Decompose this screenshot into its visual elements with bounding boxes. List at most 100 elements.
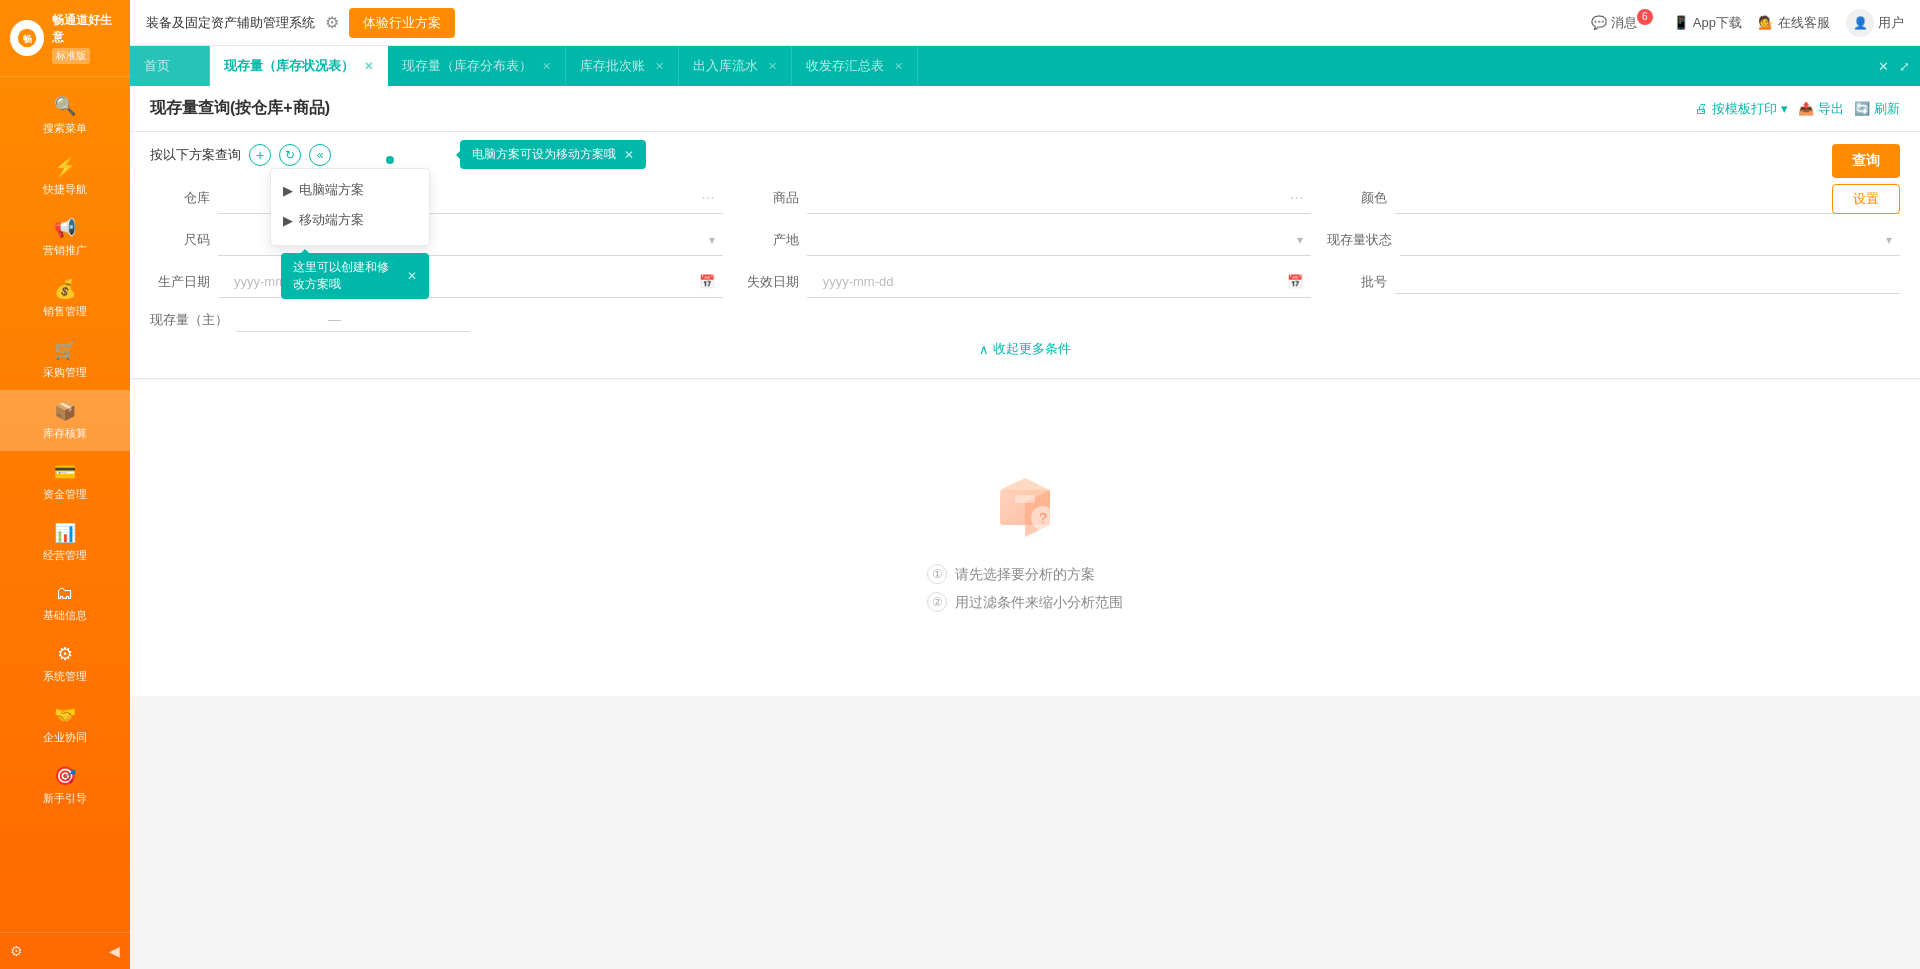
export-btn[interactable]: 📤 导出 — [1798, 100, 1844, 118]
sidebar-item-sales[interactable]: 💰 销售管理 — [0, 268, 130, 329]
user-avatar: 👤 — [1846, 9, 1874, 37]
collapse-sidebar-btn[interactable]: ◀ — [109, 943, 120, 959]
sidebar-logo-text: 畅通道好生意 标准版 — [52, 12, 120, 64]
system-icon: ⚙ — [57, 643, 73, 665]
empty-step-1: ① 请先选择要分析的方案 — [927, 560, 1123, 588]
tab-inventory-dist-close[interactable]: ✕ — [542, 60, 551, 73]
tab-inventory-status-close[interactable]: ✕ — [364, 60, 373, 73]
collapse-icon: ∧ — [979, 342, 989, 357]
phone-icon: 📱 — [1673, 15, 1689, 30]
sidebar-item-system[interactable]: ⚙ 系统管理 — [0, 633, 130, 694]
sidebar-item-finance[interactable]: 💳 资金管理 — [0, 451, 130, 512]
stock-main-max[interactable] — [345, 312, 425, 327]
empty-state: ? ① 请先选择要分析的方案 ② 用过滤条件来缩小分析范围 — [130, 380, 1920, 696]
filter-field-expire-date: 失效日期 📅 — [739, 266, 1312, 298]
stock-status-input[interactable] — [1408, 228, 1886, 251]
tabbar-close-btn[interactable]: ✕ — [1878, 59, 1889, 74]
reset-btn[interactable]: 设置 — [1832, 184, 1900, 214]
sidebar-item-operations[interactable]: 📊 经营管理 — [0, 512, 130, 573]
newbie-icon: 🎯 — [54, 765, 76, 787]
app-download-item[interactable]: 📱 App下载 — [1673, 14, 1742, 32]
sidebar-item-enterprise[interactable]: 🤝 企业协同 — [0, 694, 130, 755]
tab-batch-account[interactable]: 库存批次账 ✕ — [566, 46, 679, 86]
produce-date-calendar-icon[interactable]: 📅 — [699, 274, 715, 289]
step-num-1: ① — [927, 564, 947, 584]
goods-label: 商品 — [739, 189, 799, 207]
enterprise-icon: 🤝 — [54, 704, 76, 726]
create-tooltip: 这里可以创建和修改方案哦 ✕ — [281, 253, 429, 299]
tab-batch-account-label: 库存批次账 — [580, 57, 645, 75]
page-header: 现存量查询(按仓库+商品) 🖨 按模板打印 ▾ 📤 导出 🔄 刷新 — [130, 86, 1920, 132]
stock-main-min[interactable] — [244, 312, 324, 327]
dot-indicator — [386, 156, 394, 164]
message-item[interactable]: 💬 消息 6 — [1591, 14, 1657, 32]
warehouse-dots[interactable]: ··· — [701, 189, 714, 207]
tab-collect-summary-close[interactable]: ✕ — [894, 60, 903, 73]
sidebar-nav: 🔍 搜索菜单 ⚡ 快捷导航 📢 营销推广 💰 销售管理 🛒 采购管理 📦 库存核… — [0, 77, 130, 932]
scheme-tooltip-bubble: 电脑方案可设为移动方案哦 ✕ — [460, 140, 646, 169]
sidebar-footer: ⚙ ◀ — [0, 932, 130, 969]
svg-text:畅: 畅 — [23, 34, 32, 44]
expire-date-calendar-icon[interactable]: 📅 — [1287, 274, 1303, 289]
user-avatar-icon: 👤 — [1853, 16, 1868, 30]
message-label: 消息 — [1611, 14, 1637, 32]
sidebar: 畅 畅通道好生意 标准版 🔍 搜索菜单 ⚡ 快捷导航 📢 营销推广 💰 销售管理… — [0, 0, 130, 969]
search-actions: 查询 设置 — [1832, 144, 1900, 214]
tab-inout-flow-close[interactable]: ✕ — [768, 60, 777, 73]
tab-collect-summary[interactable]: 收发存汇总表 ✕ — [792, 46, 918, 86]
scheme-group-mobile-header[interactable]: ▶ 移动端方案 — [271, 207, 429, 233]
tab-batch-account-close[interactable]: ✕ — [655, 60, 664, 73]
industry-btn[interactable]: 体验行业方案 — [349, 8, 455, 38]
online-support-label: 在线客服 — [1778, 14, 1830, 32]
sidebar-item-quick[interactable]: ⚡ 快捷导航 — [0, 146, 130, 207]
create-tooltip-close[interactable]: ✕ — [407, 269, 417, 283]
goods-input[interactable] — [815, 186, 1290, 209]
filter-label: 按以下方案查询 — [150, 146, 241, 164]
goods-dots[interactable]: ··· — [1290, 189, 1303, 207]
scheme-panel: ▶ 电脑端方案 ▶ 移动端方案 这里可以创建和修改方案哦 ✕ — [270, 168, 430, 246]
scheme-group-desktop-header[interactable]: ▶ 电脑端方案 — [271, 177, 429, 203]
stock-main-label: 现存量（主） — [150, 311, 228, 329]
empty-step-2: ② 用过滤条件来缩小分析范围 — [927, 588, 1123, 616]
scheme-group-mobile: ▶ 移动端方案 — [271, 207, 429, 233]
scheme-tooltip-close[interactable]: ✕ — [624, 148, 634, 162]
online-support-item[interactable]: 💁 在线客服 — [1758, 14, 1830, 32]
origin-input[interactable] — [815, 228, 1298, 251]
expire-date-wrapper: 📅 — [807, 266, 1312, 298]
sidebar-item-inventory[interactable]: 📦 库存核算 — [0, 390, 130, 451]
template-print-btn[interactable]: 🖨 按模板打印 ▾ — [1695, 100, 1788, 118]
stock-status-select-wrapper: ▾ — [1400, 224, 1900, 256]
size-dropdown-icon[interactable]: ▾ — [709, 233, 715, 247]
sidebar-item-marketing[interactable]: 📢 营销推广 — [0, 207, 130, 268]
user-item[interactable]: 👤 用户 — [1846, 9, 1904, 37]
tabbar-expand-btn[interactable]: ⤢ — [1899, 59, 1910, 74]
refresh-btn[interactable]: 🔄 刷新 — [1854, 100, 1900, 118]
stock-status-dropdown-icon[interactable]: ▾ — [1886, 233, 1892, 247]
tab-home[interactable]: 首页 — [130, 46, 210, 86]
sidebar-item-purchase[interactable]: 🛒 采购管理 — [0, 329, 130, 390]
sidebar-item-basic[interactable]: 🗂 基础信息 — [0, 573, 130, 633]
expire-date-input[interactable] — [815, 270, 1284, 293]
user-name: 用户 — [1878, 14, 1904, 32]
tab-inventory-dist[interactable]: 现存量（库存分布表） ✕ — [388, 46, 566, 86]
warehouse-label: 仓库 — [150, 189, 210, 207]
filter-arrow-btn[interactable]: « — [309, 144, 331, 166]
origin-dropdown-icon[interactable]: ▾ — [1297, 233, 1303, 247]
gear-icon[interactable]: ⚙ — [325, 13, 339, 32]
filter-add-btn[interactable]: + — [249, 144, 271, 166]
tab-inventory-status[interactable]: 现存量（库存状况表） ✕ — [210, 46, 388, 86]
scheme-desktop-label: 电脑端方案 — [299, 181, 364, 199]
collapse-btn[interactable]: ∧ 收起更多条件 — [979, 340, 1071, 358]
settings-footer-btn[interactable]: ⚙ — [10, 943, 23, 959]
color-input[interactable] — [1403, 186, 1886, 209]
batch-no-input[interactable] — [1395, 270, 1900, 294]
sidebar-item-newbie[interactable]: 🎯 新手引导 — [0, 755, 130, 816]
sidebar-item-search[interactable]: 🔍 搜索菜单 — [0, 85, 130, 146]
svg-text:?: ? — [1039, 510, 1047, 526]
tooltip-arrow — [301, 245, 309, 253]
filter-refresh-btn[interactable]: ↻ — [279, 144, 301, 166]
search-btn[interactable]: 查询 — [1832, 144, 1900, 178]
tab-inout-flow[interactable]: 出入库流水 ✕ — [679, 46, 792, 86]
filter-row-4: 现存量（主） — — [150, 308, 1900, 332]
tab-collect-summary-label: 收发存汇总表 — [806, 57, 884, 75]
